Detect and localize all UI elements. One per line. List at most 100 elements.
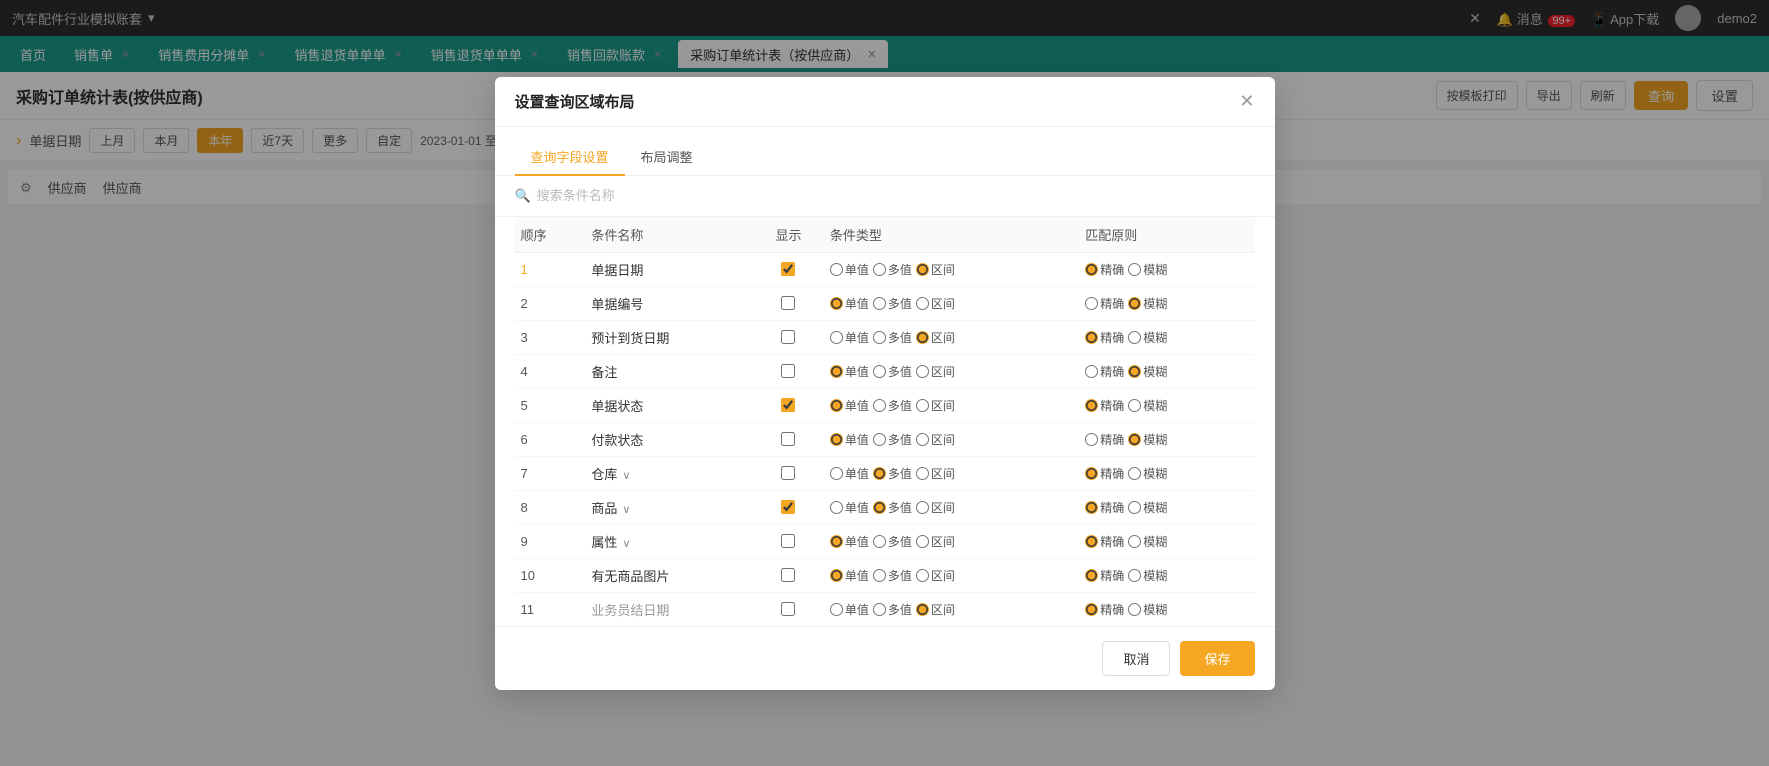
- type-option-label[interactable]: 多值: [873, 397, 912, 414]
- match-option-label[interactable]: 模糊: [1128, 397, 1167, 414]
- type-option-label[interactable]: 多值: [873, 329, 912, 346]
- match-radio[interactable]: [1085, 365, 1098, 378]
- type-option-label[interactable]: 区间: [916, 329, 955, 346]
- type-radio[interactable]: [916, 331, 929, 344]
- match-option-label[interactable]: 精确: [1085, 499, 1124, 516]
- type-radio[interactable]: [830, 603, 843, 616]
- display-checkbox[interactable]: [781, 466, 795, 480]
- match-radio[interactable]: [1085, 433, 1098, 446]
- match-option-label[interactable]: 模糊: [1128, 465, 1167, 482]
- type-radio[interactable]: [873, 365, 886, 378]
- display-checkbox[interactable]: [781, 398, 795, 412]
- match-radio[interactable]: [1128, 433, 1141, 446]
- type-radio[interactable]: [916, 433, 929, 446]
- type-option-label[interactable]: 单值: [830, 397, 869, 414]
- type-radio[interactable]: [916, 501, 929, 514]
- type-radio[interactable]: [873, 331, 886, 344]
- type-radio[interactable]: [873, 467, 886, 480]
- modal-close-btn[interactable]: ✕: [1239, 92, 1254, 110]
- match-option-label[interactable]: 精确: [1085, 329, 1124, 346]
- type-option-label[interactable]: 区间: [916, 431, 955, 448]
- type-option-label[interactable]: 单值: [830, 261, 869, 278]
- type-option-label[interactable]: 区间: [916, 295, 955, 312]
- type-radio[interactable]: [916, 603, 929, 616]
- type-option-label[interactable]: 区间: [916, 363, 955, 380]
- match-radio[interactable]: [1128, 399, 1141, 412]
- type-radio[interactable]: [873, 263, 886, 276]
- display-checkbox[interactable]: [781, 602, 795, 616]
- cancel-btn[interactable]: 取消: [1102, 641, 1170, 676]
- type-radio[interactable]: [830, 331, 843, 344]
- type-radio[interactable]: [830, 467, 843, 480]
- type-radio[interactable]: [916, 467, 929, 480]
- type-radio[interactable]: [916, 365, 929, 378]
- type-option-label[interactable]: 区间: [916, 533, 955, 550]
- match-option-label[interactable]: 模糊: [1128, 261, 1167, 278]
- display-checkbox[interactable]: [781, 500, 795, 514]
- match-radio[interactable]: [1128, 297, 1141, 310]
- type-option-label[interactable]: 多值: [873, 261, 912, 278]
- match-radio[interactable]: [1085, 467, 1098, 480]
- match-radio[interactable]: [1085, 569, 1098, 582]
- match-option-label[interactable]: 精确: [1085, 295, 1124, 312]
- type-radio[interactable]: [830, 399, 843, 412]
- match-radio[interactable]: [1085, 399, 1098, 412]
- match-option-label[interactable]: 精确: [1085, 397, 1124, 414]
- match-option-label[interactable]: 模糊: [1128, 329, 1167, 346]
- type-radio[interactable]: [830, 263, 843, 276]
- match-radio[interactable]: [1128, 365, 1141, 378]
- type-radio[interactable]: [830, 569, 843, 582]
- dropdown-arrow-icon[interactable]: ∨: [619, 470, 630, 482]
- match-radio[interactable]: [1128, 467, 1141, 480]
- match-option-label[interactable]: 模糊: [1128, 295, 1167, 312]
- type-option-label[interactable]: 区间: [916, 499, 955, 516]
- display-checkbox[interactable]: [781, 262, 795, 276]
- match-radio[interactable]: [1128, 569, 1141, 582]
- match-option-label[interactable]: 精确: [1085, 363, 1124, 380]
- type-radio[interactable]: [916, 569, 929, 582]
- type-option-label[interactable]: 单值: [830, 533, 869, 550]
- match-option-label[interactable]: 模糊: [1128, 499, 1167, 516]
- type-radio[interactable]: [916, 399, 929, 412]
- type-radio[interactable]: [873, 569, 886, 582]
- type-option-label[interactable]: 多值: [873, 499, 912, 516]
- match-radio[interactable]: [1085, 331, 1098, 344]
- match-radio[interactable]: [1085, 603, 1098, 616]
- match-option-label[interactable]: 模糊: [1128, 567, 1167, 584]
- match-radio[interactable]: [1128, 501, 1141, 514]
- display-checkbox[interactable]: [781, 330, 795, 344]
- type-radio[interactable]: [873, 603, 886, 616]
- type-radio[interactable]: [830, 535, 843, 548]
- type-option-label[interactable]: 单值: [830, 363, 869, 380]
- match-radio[interactable]: [1085, 263, 1098, 276]
- match-radio[interactable]: [1128, 603, 1141, 616]
- display-checkbox[interactable]: [781, 568, 795, 582]
- match-option-label[interactable]: 精确: [1085, 533, 1124, 550]
- match-option-label[interactable]: 模糊: [1128, 363, 1167, 380]
- type-option-label[interactable]: 多值: [873, 465, 912, 482]
- type-radio[interactable]: [873, 297, 886, 310]
- modal-tab-fields[interactable]: 查询字段设置: [515, 139, 625, 176]
- type-option-label[interactable]: 多值: [873, 533, 912, 550]
- type-radio[interactable]: [873, 501, 886, 514]
- type-radio[interactable]: [873, 535, 886, 548]
- type-option-label[interactable]: 区间: [916, 465, 955, 482]
- match-radio[interactable]: [1085, 297, 1098, 310]
- match-option-label[interactable]: 精确: [1085, 601, 1124, 618]
- match-radio[interactable]: [1085, 501, 1098, 514]
- type-option-label[interactable]: 单值: [830, 499, 869, 516]
- dropdown-arrow-icon[interactable]: ∨: [619, 538, 630, 550]
- match-option-label[interactable]: 模糊: [1128, 431, 1167, 448]
- type-radio[interactable]: [830, 365, 843, 378]
- type-option-label[interactable]: 多值: [873, 295, 912, 312]
- type-option-label[interactable]: 多值: [873, 601, 912, 618]
- type-option-label[interactable]: 多值: [873, 567, 912, 584]
- match-option-label[interactable]: 模糊: [1128, 533, 1167, 550]
- type-radio[interactable]: [830, 433, 843, 446]
- type-radio[interactable]: [873, 399, 886, 412]
- type-radio[interactable]: [916, 263, 929, 276]
- type-radio[interactable]: [830, 297, 843, 310]
- type-radio[interactable]: [916, 535, 929, 548]
- match-option-label[interactable]: 精确: [1085, 465, 1124, 482]
- type-radio[interactable]: [873, 433, 886, 446]
